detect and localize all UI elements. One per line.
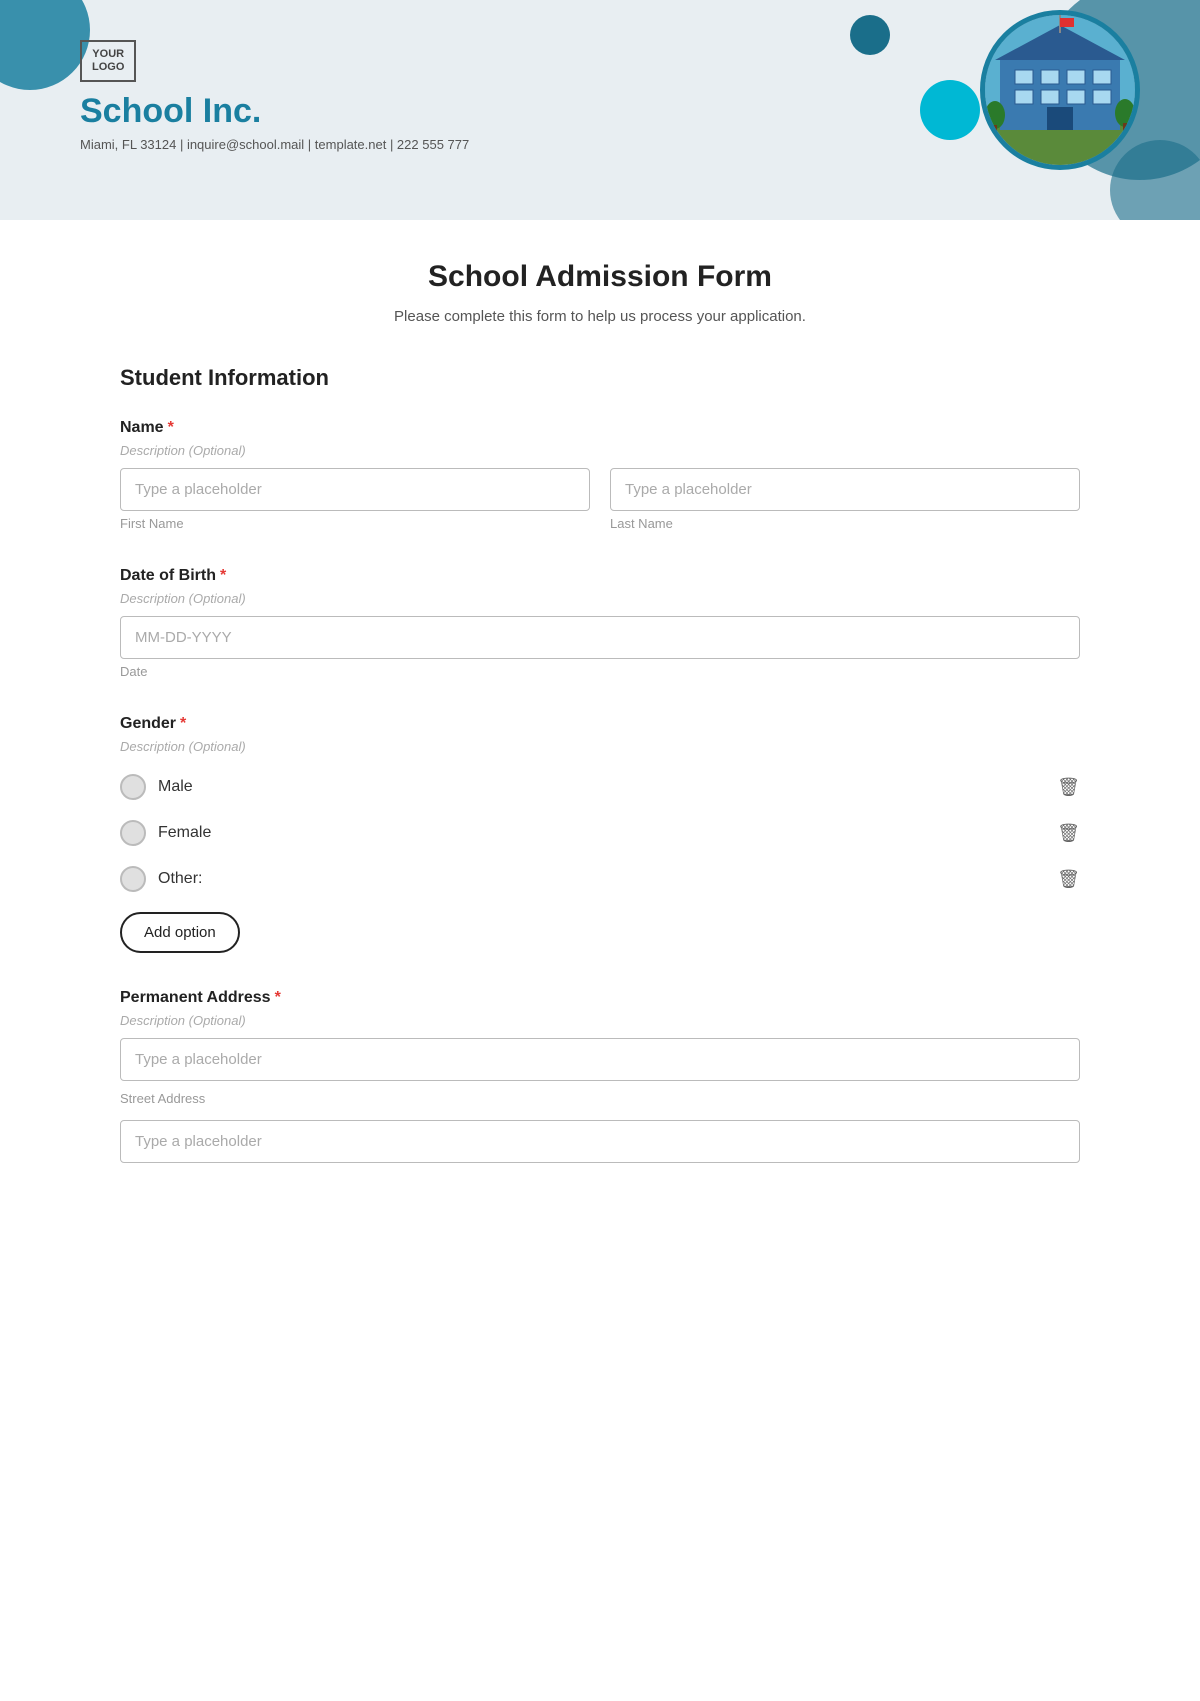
name-description: Description (Optional)	[120, 443, 1080, 458]
street-address-sublabel: Street Address	[120, 1091, 1080, 1106]
logo-line1: YOUR	[92, 48, 124, 60]
form-subtitle: Please complete this form to help us pro…	[120, 308, 1080, 325]
gender-required-star: *	[180, 715, 186, 732]
name-label: Name*	[120, 419, 1080, 437]
radio-left-male: Male	[120, 774, 193, 800]
radio-male-label: Male	[158, 778, 193, 796]
logo-line2: LOGO	[92, 61, 124, 73]
radio-other-label: Other:	[158, 870, 202, 888]
gender-option-female: Female 🗑	[120, 810, 1080, 856]
radio-left-female: Female	[120, 820, 211, 846]
header-right	[980, 10, 1140, 170]
radio-female[interactable]	[120, 820, 146, 846]
delete-male-icon[interactable]: 🗑	[1057, 777, 1080, 798]
gender-option-male: Male 🗑	[120, 764, 1080, 810]
permanent-address-label: Permanent Address*	[120, 989, 1080, 1007]
form-title: School Admission Form	[120, 260, 1080, 294]
school-info: Miami, FL 33124 | inquire@school.mail | …	[80, 137, 1120, 152]
permanent-address-field-group: Permanent Address* Description (Optional…	[120, 989, 1080, 1163]
dob-label: Date of Birth*	[120, 567, 1080, 585]
add-option-button[interactable]: Add option	[120, 912, 240, 953]
gender-field-group: Gender* Description (Optional) Male 🗑 Fe…	[120, 715, 1080, 953]
dob-sublabel: Date	[120, 664, 1080, 679]
logo-box: YOUR LOGO	[80, 40, 136, 82]
delete-female-icon[interactable]: 🗑	[1057, 823, 1080, 844]
gender-label: Gender*	[120, 715, 1080, 733]
radio-other[interactable]	[120, 866, 146, 892]
school-photo	[980, 10, 1140, 170]
decor-circle-top-left	[0, 0, 90, 90]
first-name-input[interactable]	[120, 468, 590, 511]
dob-required-star: *	[220, 567, 226, 584]
section-student-title: Student Information	[120, 365, 1080, 391]
radio-male[interactable]	[120, 774, 146, 800]
last-name-input[interactable]	[610, 468, 1080, 511]
gender-option-other: Other: 🗑	[120, 856, 1080, 902]
first-name-col: First Name	[120, 468, 590, 531]
main-content: School Admission Form Please complete th…	[0, 220, 1200, 1239]
dob-input[interactable]	[120, 616, 1080, 659]
page-header: YOUR LOGO School Inc. Miami, FL 33124 | …	[0, 0, 1200, 220]
school-building-svg	[985, 15, 1135, 165]
address-description: Description (Optional)	[120, 1013, 1080, 1028]
last-name-sublabel: Last Name	[610, 516, 1080, 531]
gender-description: Description (Optional)	[120, 739, 1080, 754]
address-line2-input[interactable]	[120, 1120, 1080, 1163]
last-name-col: Last Name	[610, 468, 1080, 531]
address-required-star: *	[275, 989, 281, 1006]
decor-circle-right-medium	[920, 80, 980, 140]
radio-female-label: Female	[158, 824, 211, 842]
name-row: First Name Last Name	[120, 468, 1080, 531]
name-field-group: Name* Description (Optional) First Name …	[120, 419, 1080, 531]
street-address-input[interactable]	[120, 1038, 1080, 1081]
dob-field-group: Date of Birth* Description (Optional) Da…	[120, 567, 1080, 679]
name-required-star: *	[168, 419, 174, 436]
delete-other-icon[interactable]: 🗑	[1057, 869, 1080, 890]
radio-left-other: Other:	[120, 866, 202, 892]
school-photo-placeholder	[985, 15, 1135, 165]
first-name-sublabel: First Name	[120, 516, 590, 531]
dob-description: Description (Optional)	[120, 591, 1080, 606]
